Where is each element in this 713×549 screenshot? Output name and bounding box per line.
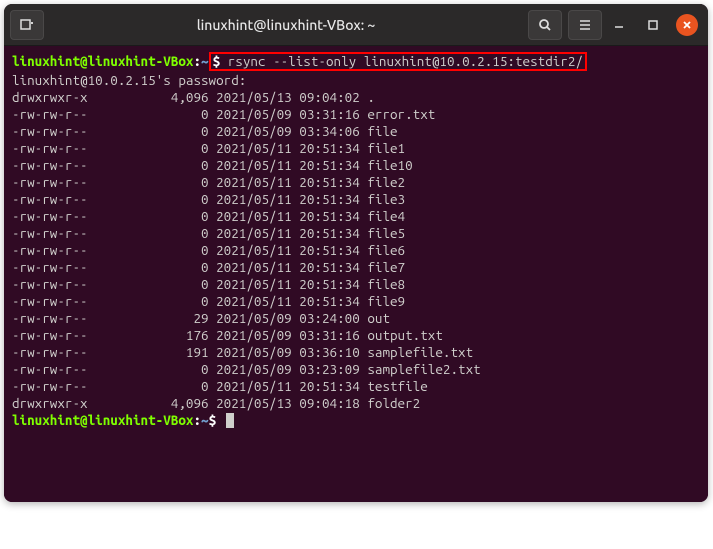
listing-row: -rw-rw-r-- 0 2021/05/11 20:51:34 file7: [12, 259, 700, 276]
listing-row: drwxrwxr-x 4,096 2021/05/13 09:04:02 .: [12, 89, 700, 106]
listing-row: -rw-rw-r-- 0 2021/05/09 03:23:09 samplef…: [12, 361, 700, 378]
prompt-user: linuxhint@linuxhint-VBox: [12, 53, 193, 69]
cursor: [226, 413, 234, 428]
prompt-path: ~: [201, 53, 209, 69]
listing-row: -rw-rw-r-- 0 2021/05/11 20:51:34 file10: [12, 157, 700, 174]
command-text: rsync --list-only linuxhint@10.0.2.15:te…: [228, 53, 583, 69]
listing-row: -rw-rw-r-- 176 2021/05/09 03:31:16 outpu…: [12, 327, 700, 344]
window-controls: [608, 14, 702, 36]
listing-row: -rw-rw-r-- 29 2021/05/09 03:24:00 out: [12, 310, 700, 327]
listing-row: -rw-rw-r-- 0 2021/05/11 20:51:34 file9: [12, 293, 700, 310]
prompt-colon: :: [193, 412, 201, 428]
listing-row: -rw-rw-r-- 0 2021/05/11 20:51:34 file6: [12, 242, 700, 259]
command-highlight: $ rsync --list-only linuxhint@10.0.2.15:…: [209, 52, 587, 71]
terminal-window: linuxhint@linuxhint-VBox: ~ linuxhint@li…: [4, 4, 708, 502]
prompt-symbol: $: [209, 412, 217, 428]
listing-row: -rw-rw-r-- 0 2021/05/11 20:51:34 file2: [12, 174, 700, 191]
listing-row: -rw-rw-r-- 0 2021/05/09 03:34:06 file: [12, 123, 700, 140]
terminal-body[interactable]: linuxhint@linuxhint-VBox:~$ rsync --list…: [4, 46, 708, 502]
password-prompt: linuxhint@10.0.2.15's password:: [12, 72, 700, 89]
listing-row: -rw-rw-r-- 0 2021/05/09 03:31:16 error.t…: [12, 106, 700, 123]
minimize-button[interactable]: [608, 14, 630, 36]
menu-button[interactable]: [568, 10, 602, 40]
prompt-line-1: linuxhint@linuxhint-VBox:~$ rsync --list…: [12, 52, 700, 72]
listing-row: -rw-rw-r-- 0 2021/05/11 20:51:34 file3: [12, 191, 700, 208]
listing-row: drwxrwxr-x 4,096 2021/05/13 09:04:18 fol…: [12, 395, 700, 412]
search-button[interactable]: [528, 10, 562, 40]
titlebar: linuxhint@linuxhint-VBox: ~: [4, 4, 708, 46]
listing-container: drwxrwxr-x 4,096 2021/05/13 09:04:02 .-r…: [12, 89, 700, 412]
listing-row: -rw-rw-r-- 0 2021/05/11 20:51:34 file1: [12, 140, 700, 157]
prompt-colon: :: [193, 53, 201, 69]
window-title: linuxhint@linuxhint-VBox: ~: [50, 17, 522, 33]
listing-row: -rw-rw-r-- 0 2021/05/11 20:51:34 testfil…: [12, 378, 700, 395]
prompt-user: linuxhint@linuxhint-VBox: [12, 412, 193, 428]
listing-row: -rw-rw-r-- 0 2021/05/11 20:51:34 file4: [12, 208, 700, 225]
new-tab-button[interactable]: [10, 10, 44, 40]
listing-row: -rw-rw-r-- 0 2021/05/11 20:51:34 file5: [12, 225, 700, 242]
prompt-symbol: $: [213, 53, 221, 69]
listing-row: -rw-rw-r-- 191 2021/05/09 03:36:10 sampl…: [12, 344, 700, 361]
prompt-line-2: linuxhint@linuxhint-VBox:~$: [12, 412, 700, 429]
prompt-path: ~: [201, 412, 209, 428]
close-button[interactable]: [676, 14, 698, 36]
maximize-button[interactable]: [642, 14, 664, 36]
listing-row: -rw-rw-r-- 0 2021/05/11 20:51:34 file8: [12, 276, 700, 293]
